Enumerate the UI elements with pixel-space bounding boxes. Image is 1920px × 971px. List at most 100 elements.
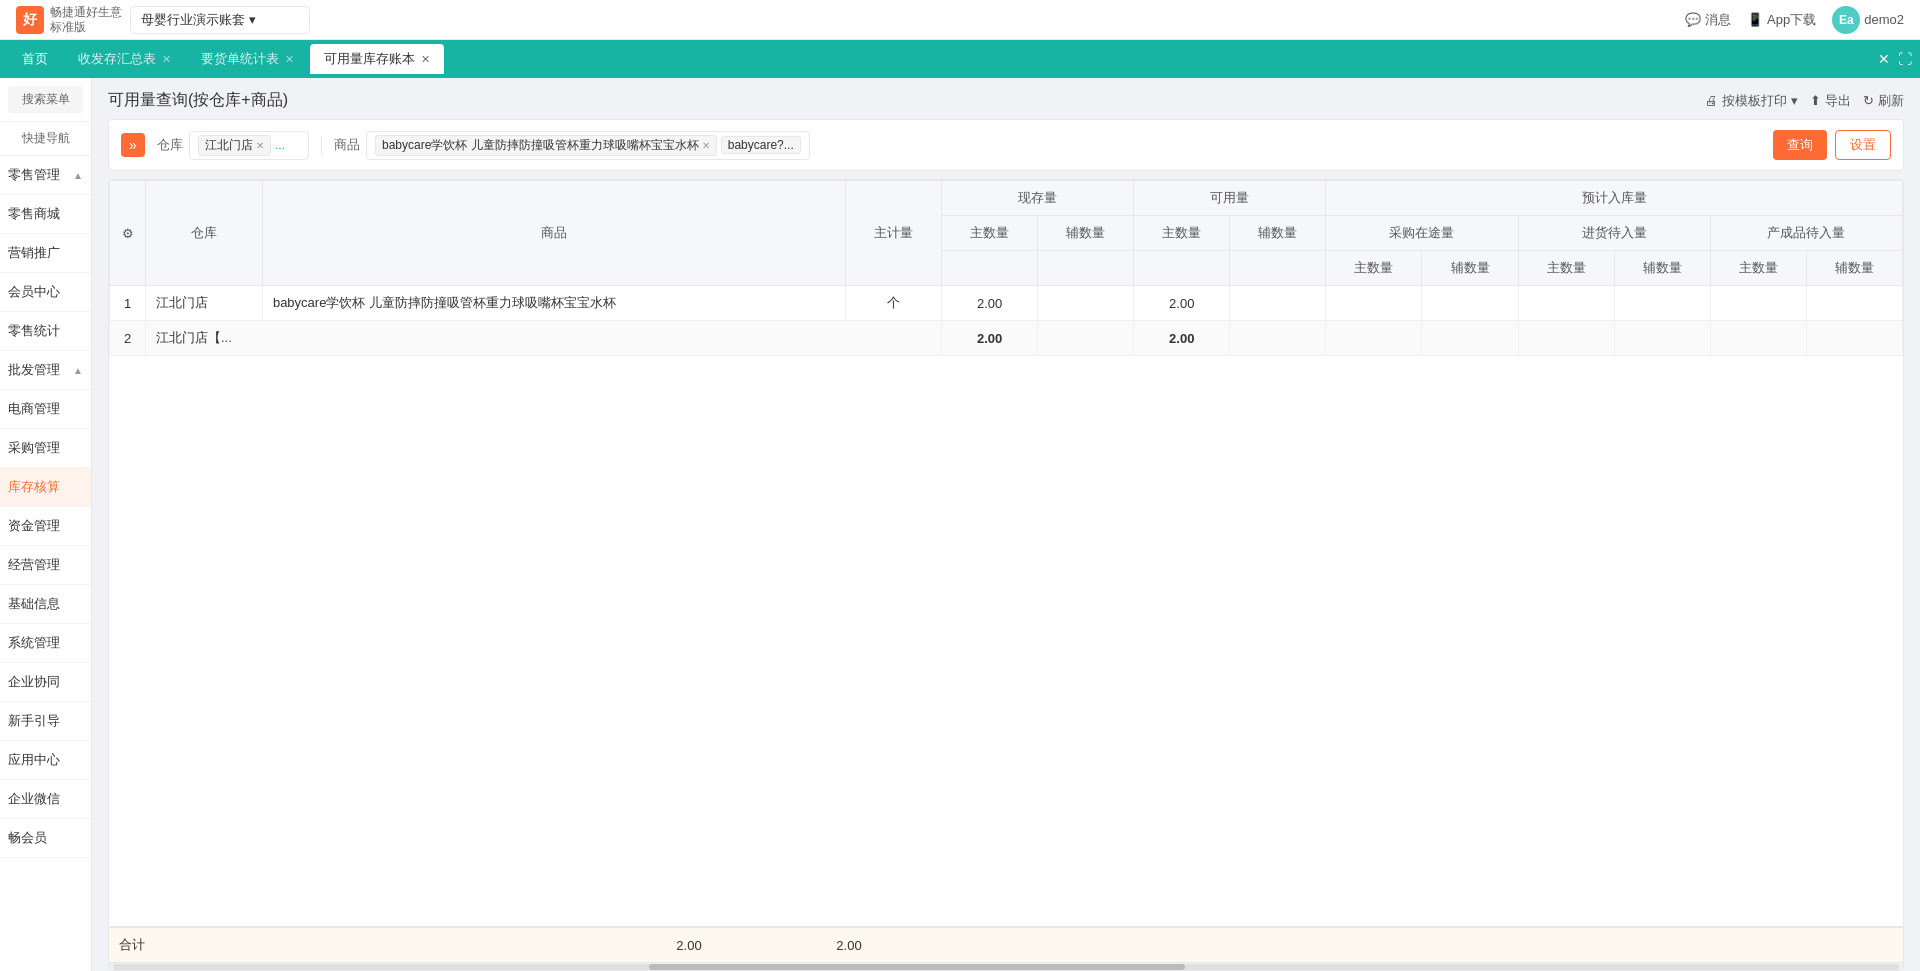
- sidebar-item-retail-mall[interactable]: 零售商城: [0, 195, 91, 234]
- remove-product-1-icon[interactable]: ✕: [702, 140, 710, 151]
- cell-fin-aux: [1806, 286, 1902, 321]
- sidebar-item-ecommerce[interactable]: 电商管理: [0, 390, 91, 429]
- tab-home[interactable]: 首页: [8, 44, 62, 74]
- close-icon[interactable]: ✕: [421, 54, 430, 65]
- page-title: 可用量查询(按仓库+商品): [108, 90, 288, 111]
- filter-expand-button[interactable]: »: [121, 133, 145, 157]
- cell-sub-pur-main: [1326, 321, 1422, 356]
- th-avail-aux2: [1230, 251, 1326, 286]
- footer-values: 2.00 2.00: [269, 938, 1449, 953]
- cell-sub-avail-main: 2.00: [1134, 321, 1230, 356]
- message-button[interactable]: 💬 消息: [1685, 11, 1731, 29]
- logo-area: 好 畅捷通好生意 标准版: [16, 5, 122, 34]
- logo-text: 畅捷通好生意 标准版: [50, 5, 122, 34]
- cell-fin-main: [1710, 286, 1806, 321]
- cell-stock-main: 2.00: [942, 286, 1038, 321]
- chevron-down-icon: ▾: [249, 12, 256, 27]
- th-pur-aux: 辅数量: [1422, 251, 1518, 286]
- sidebar-item-newbie[interactable]: 新手引导: [0, 702, 91, 741]
- template-print-button[interactable]: 🖨 按模板打印 ▾: [1705, 92, 1798, 110]
- arrow-icon: ▲: [73, 170, 83, 181]
- th-gear[interactable]: ⚙: [110, 181, 146, 286]
- sidebar-item-retail-stats[interactable]: 零售统计: [0, 312, 91, 351]
- footer-avail-main: 2.00: [809, 938, 889, 953]
- inventory-table: ⚙ 仓库 商品 主计量 现存量 可用量 预计入库量 主数量 辅数量 主数量: [109, 180, 1903, 356]
- sidebar-item-operations[interactable]: 经营管理: [0, 546, 91, 585]
- company-selector[interactable]: 母婴行业演示账套 ▾: [130, 6, 310, 34]
- table-footer: 合计 2.00 2.00: [109, 926, 1903, 962]
- cell-unit: 个: [846, 286, 942, 321]
- cell-avail-aux: [1230, 286, 1326, 321]
- filter-bar: » 仓库 江北门店 ✕ ... 商品 babycare学饮杯 儿童防摔防撞吸管杯…: [108, 119, 1904, 171]
- tab-available-inventory[interactable]: 可用量库存账本 ✕: [310, 44, 444, 74]
- th-fin-main: 主数量: [1710, 251, 1806, 286]
- product-input[interactable]: babycare学饮杯 儿童防摔防撞吸管杯重力球吸嘴杯宝宝水杯 ✕ babyca…: [366, 131, 810, 160]
- sidebar-item-enterprise-wechat[interactable]: 企业微信: [0, 780, 91, 819]
- cell-sub-fin-main: [1710, 321, 1806, 356]
- refresh-button[interactable]: ↻ 刷新: [1863, 92, 1904, 110]
- quick-nav-button[interactable]: 快捷导航: [0, 122, 91, 156]
- th-fin-aux: 辅数量: [1806, 251, 1902, 286]
- sidebar-item-enterprise-collab[interactable]: 企业协同: [0, 663, 91, 702]
- th-stock-main2: [942, 251, 1038, 286]
- chevron-down-icon: ▾: [1791, 93, 1798, 108]
- sidebar-item-basic-info[interactable]: 基础信息: [0, 585, 91, 624]
- warehouse-tag[interactable]: 江北门店 ✕: [198, 135, 271, 156]
- close-tab-icon[interactable]: ✕: [1878, 51, 1890, 67]
- sidebar-item-finance[interactable]: 资金管理: [0, 507, 91, 546]
- app-download-button[interactable]: 📱 App下载: [1747, 11, 1816, 29]
- th-stock-aux: 辅数量: [1038, 216, 1134, 251]
- tab-order-stats[interactable]: 要货单统计表 ✕: [187, 44, 308, 74]
- footer-label: 合计: [119, 936, 269, 954]
- subtotal-row: 2 江北门店【... 2.00 2.00: [110, 321, 1903, 356]
- cell-warehouse: 江北门店: [146, 286, 263, 321]
- search-menu-button[interactable]: 搜索菜单: [8, 86, 83, 113]
- filter-actions: 查询 设置: [1773, 130, 1891, 160]
- remove-warehouse-icon[interactable]: ✕: [256, 140, 264, 151]
- export-button[interactable]: ⬆ 导出: [1810, 92, 1851, 110]
- sidebar-item-purchase[interactable]: 采购管理: [0, 429, 91, 468]
- sidebar-item-member[interactable]: 畅会员: [0, 819, 91, 858]
- top-bar: 好 畅捷通好生意 标准版 母婴行业演示账套 ▾ 💬 消息 📱 App下载 Ea …: [0, 0, 1920, 40]
- settings-button[interactable]: 设置: [1835, 130, 1891, 160]
- th-stock-aux2: [1038, 251, 1134, 286]
- window-controls: ✕ ⛶: [1878, 51, 1912, 67]
- warehouse-label: 仓库: [157, 136, 183, 154]
- warehouse-input[interactable]: 江北门店 ✕ ...: [189, 131, 309, 160]
- product-tag-1[interactable]: babycare学饮杯 儿童防摔防撞吸管杯重力球吸嘴杯宝宝水杯 ✕: [375, 135, 717, 156]
- warehouse-more[interactable]: ...: [275, 138, 285, 152]
- th-warehouse: 仓库: [146, 181, 263, 286]
- print-icon: 🖨: [1705, 93, 1718, 108]
- table-wrapper[interactable]: ⚙ 仓库 商品 主计量 现存量 可用量 预计入库量 主数量 辅数量 主数量: [109, 180, 1903, 926]
- sidebar-item-marketing[interactable]: 营销推广: [0, 234, 91, 273]
- th-inc-main: 主数量: [1518, 251, 1614, 286]
- close-icon[interactable]: ✕: [285, 54, 294, 65]
- cell-sub-pur-aux: [1422, 321, 1518, 356]
- close-icon[interactable]: ✕: [162, 54, 171, 65]
- query-button[interactable]: 查询: [1773, 130, 1827, 160]
- sidebar-item-system[interactable]: 系统管理: [0, 624, 91, 663]
- cell-pur-aux: [1422, 286, 1518, 321]
- scrollbar-thumb[interactable]: [649, 964, 1185, 970]
- th-expected-inbound: 预计入库量: [1326, 181, 1903, 216]
- logo-icon: 好: [16, 6, 44, 34]
- th-finished: 产成品待入量: [1710, 216, 1902, 251]
- user-profile[interactable]: Ea demo2: [1832, 6, 1904, 34]
- th-pur-main: 主数量: [1326, 251, 1422, 286]
- sidebar-item-member-center[interactable]: 会员中心: [0, 273, 91, 312]
- message-icon: 💬: [1685, 12, 1701, 27]
- sidebar-item-app-center[interactable]: 应用中心: [0, 741, 91, 780]
- th-inc-aux: 辅数量: [1614, 251, 1710, 286]
- fullscreen-icon[interactable]: ⛶: [1898, 51, 1912, 67]
- page-header: 可用量查询(按仓库+商品) 🖨 按模板打印 ▾ ⬆ 导出 ↻ 刷新: [92, 78, 1920, 119]
- tab-receivables-summary[interactable]: 收发存汇总表 ✕: [64, 44, 185, 74]
- cell-sub-index: 2: [110, 321, 146, 356]
- product-tag-2[interactable]: babycare?...: [721, 136, 801, 154]
- sidebar-item-wholesale[interactable]: 批发管理 ▲: [0, 351, 91, 390]
- table-row: 1 江北门店 babycare学饮杯 儿童防摔防撞吸管杯重力球吸嘴杯宝宝水杯 个…: [110, 286, 1903, 321]
- sidebar-item-retail-management[interactable]: 零售管理 ▲: [0, 156, 91, 195]
- filter-divider: [321, 135, 322, 155]
- sidebar-item-inventory[interactable]: 库存核算: [0, 468, 91, 507]
- download-icon: 📱: [1747, 12, 1763, 27]
- horizontal-scrollbar[interactable]: [109, 962, 1903, 970]
